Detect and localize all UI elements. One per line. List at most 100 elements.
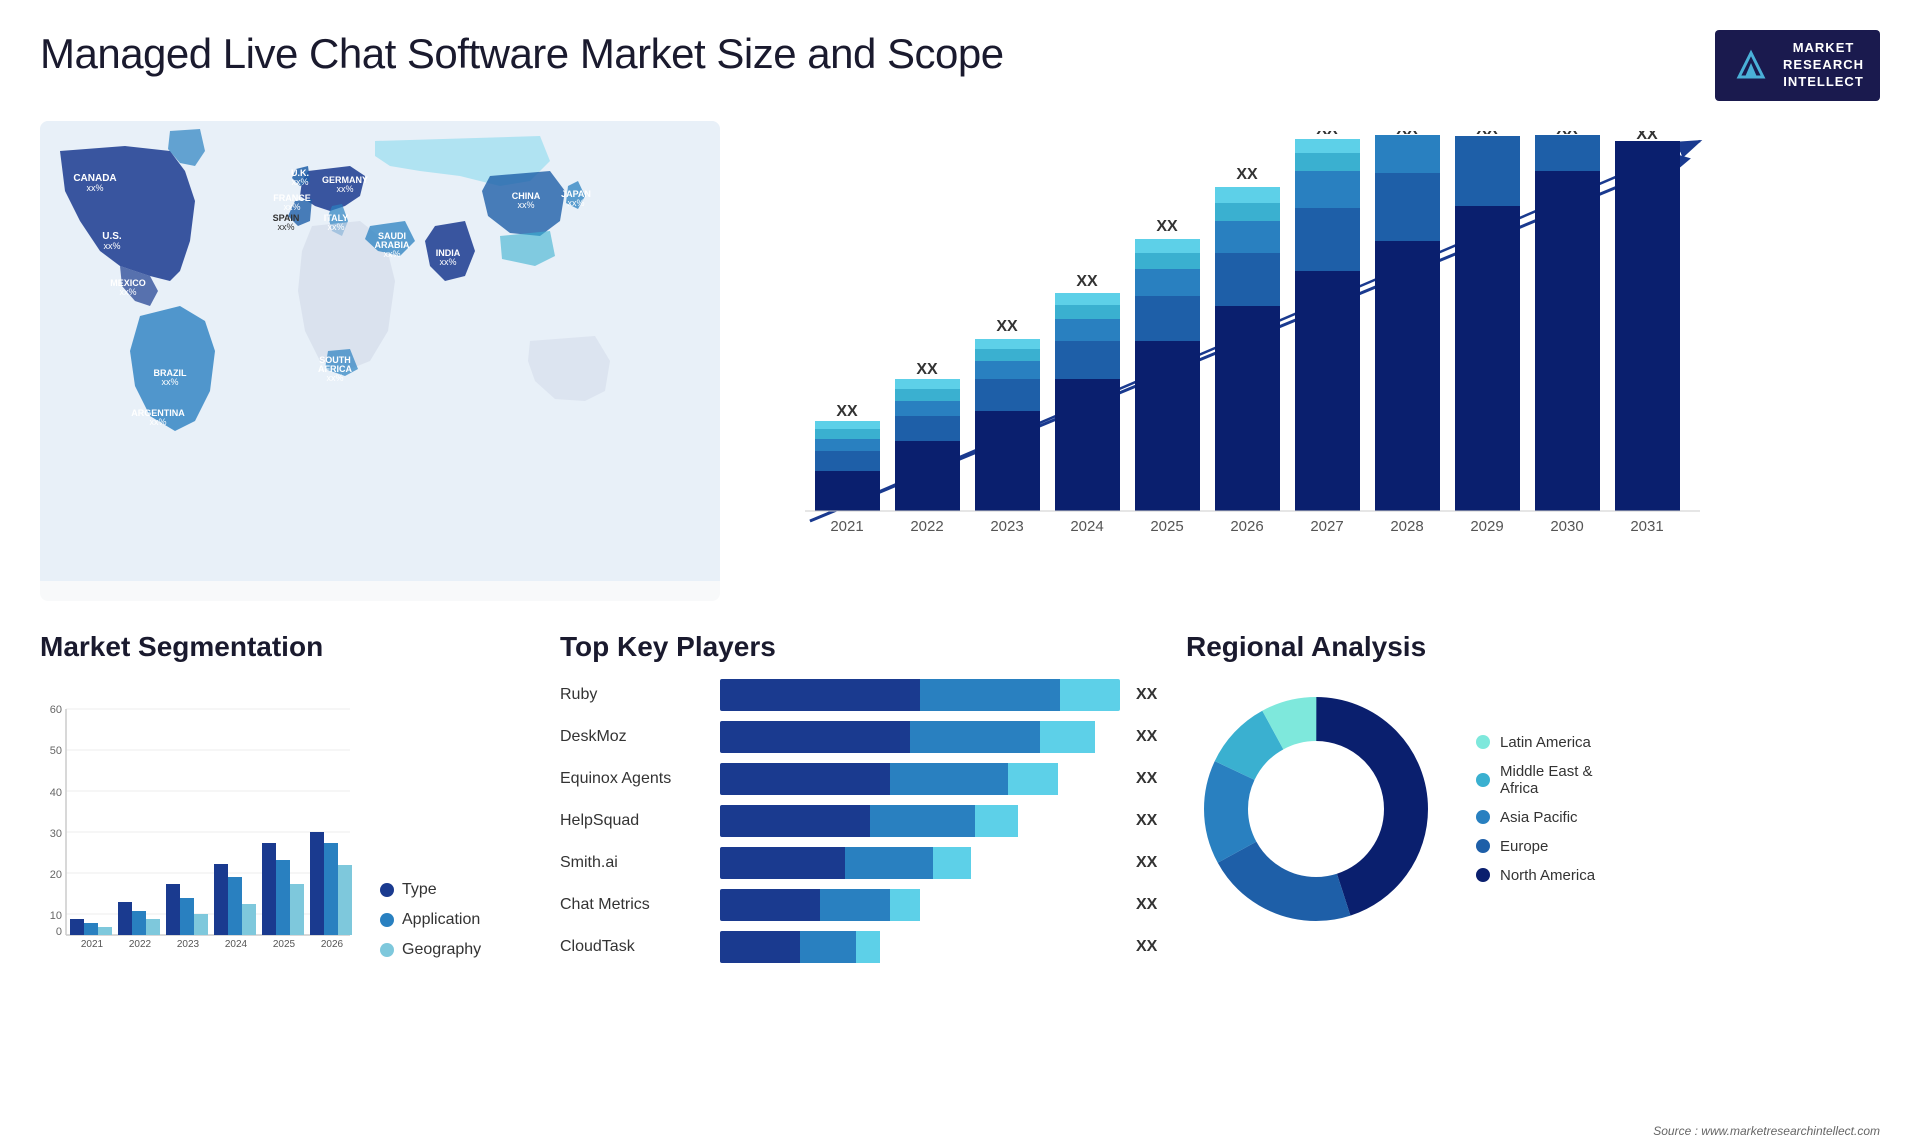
legend-item-type: Type bbox=[380, 881, 481, 899]
player-name: Smith.ai bbox=[560, 854, 710, 872]
svg-text:2028: 2028 bbox=[1390, 518, 1423, 535]
bar-chart-section: XX 2021 XX 2022 XX 2023 bbox=[740, 121, 1880, 601]
svg-text:2021: 2021 bbox=[81, 939, 104, 950]
svg-text:20: 20 bbox=[50, 869, 62, 881]
player-value: XX bbox=[1136, 770, 1166, 788]
svg-text:2021: 2021 bbox=[830, 518, 863, 535]
svg-text:xx%: xx% bbox=[567, 198, 584, 208]
svg-text:2026: 2026 bbox=[1230, 518, 1263, 535]
player-value: XX bbox=[1136, 728, 1166, 746]
player-row-ruby: Ruby XX bbox=[560, 679, 1166, 711]
growth-chart-svg: XX 2021 XX 2022 XX 2023 bbox=[760, 131, 1710, 591]
logo-icon bbox=[1731, 45, 1771, 85]
svg-text:XX: XX bbox=[1396, 131, 1418, 138]
svg-text:xx%: xx% bbox=[291, 177, 308, 187]
svg-text:2029: 2029 bbox=[1470, 518, 1503, 535]
donut-container: Latin America Middle East &Africa Asia P… bbox=[1186, 679, 1880, 939]
legend-middle-east-africa: Middle East &Africa bbox=[1476, 763, 1595, 797]
svg-text:2023: 2023 bbox=[177, 939, 200, 950]
segmentation-section: Market Segmentation 60 50 40 30 20 10 0 bbox=[40, 621, 540, 1116]
svg-text:50: 50 bbox=[50, 745, 62, 757]
svg-text:xx%: xx% bbox=[103, 241, 120, 251]
svg-text:XX: XX bbox=[996, 318, 1018, 335]
player-row-smithai: Smith.ai XX bbox=[560, 847, 1166, 879]
svg-text:xx%: xx% bbox=[326, 373, 343, 383]
player-value: XX bbox=[1136, 854, 1166, 872]
svg-text:XX: XX bbox=[1316, 131, 1338, 138]
player-bar bbox=[720, 679, 1120, 711]
svg-text:xx%: xx% bbox=[383, 249, 400, 259]
player-value: XX bbox=[1136, 686, 1166, 704]
source-text: Source : www.marketresearchintellect.com bbox=[1653, 1124, 1880, 1138]
north-america-dot bbox=[1476, 868, 1490, 882]
svg-text:XX: XX bbox=[836, 403, 858, 420]
svg-text:xx%: xx% bbox=[327, 222, 344, 232]
players-section: Top Key Players Ruby XX DeskMoz bbox=[560, 621, 1166, 1116]
player-bar bbox=[720, 889, 1120, 921]
header: Managed Live Chat Software Market Size a… bbox=[40, 30, 1880, 101]
legend-europe: Europe bbox=[1476, 838, 1595, 855]
svg-text:xx%: xx% bbox=[119, 287, 136, 297]
player-name: CloudTask bbox=[560, 938, 710, 956]
latin-america-dot bbox=[1476, 735, 1490, 749]
svg-text:60: 60 bbox=[50, 704, 62, 716]
svg-text:xx%: xx% bbox=[439, 257, 456, 267]
svg-text:xx%: xx% bbox=[336, 184, 353, 194]
player-bar bbox=[720, 721, 1120, 753]
asia-pacific-dot bbox=[1476, 810, 1490, 824]
world-map-svg: CANADA xx% U.S. xx% MEXICO xx% BRAZIL xx… bbox=[40, 121, 720, 581]
svg-text:xx%: xx% bbox=[283, 202, 300, 212]
logo-text: MARKET RESEARCH INTELLECT bbox=[1783, 40, 1864, 91]
type-dot bbox=[380, 883, 394, 897]
europe-dot bbox=[1476, 839, 1490, 853]
donut-chart-svg bbox=[1186, 679, 1446, 939]
players-list: Ruby XX DeskMoz XX bbox=[560, 679, 1166, 963]
svg-text:10: 10 bbox=[50, 910, 62, 922]
player-row-equinox: Equinox Agents XX bbox=[560, 763, 1166, 795]
regional-legend: Latin America Middle East &Africa Asia P… bbox=[1476, 734, 1595, 884]
player-row-chatmetrics: Chat Metrics XX bbox=[560, 889, 1166, 921]
svg-text:2031: 2031 bbox=[1630, 518, 1663, 535]
middle-east-africa-dot bbox=[1476, 773, 1490, 787]
svg-text:XX: XX bbox=[1636, 131, 1658, 143]
player-value: XX bbox=[1136, 896, 1166, 914]
player-bar bbox=[720, 931, 1120, 963]
segmentation-title: Market Segmentation bbox=[40, 631, 540, 663]
player-value: XX bbox=[1136, 812, 1166, 830]
regional-title: Regional Analysis bbox=[1186, 631, 1880, 663]
svg-text:2022: 2022 bbox=[910, 518, 943, 535]
player-bar bbox=[720, 805, 1120, 837]
svg-text:2025: 2025 bbox=[273, 939, 296, 950]
svg-text:xx%: xx% bbox=[86, 183, 103, 193]
svg-text:0: 0 bbox=[56, 926, 62, 938]
legend-item-geography: Geography bbox=[380, 941, 481, 959]
application-dot bbox=[380, 913, 394, 927]
regional-section: Regional Analysis bbox=[1186, 621, 1880, 1116]
player-row-deskmoz: DeskMoz XX bbox=[560, 721, 1166, 753]
svg-text:xx%: xx% bbox=[517, 200, 534, 210]
segmentation-chart-svg: 60 50 40 30 20 10 0 bbox=[40, 699, 360, 959]
page-title: Managed Live Chat Software Market Size a… bbox=[40, 30, 1004, 78]
svg-text:XX: XX bbox=[916, 361, 938, 378]
svg-text:2022: 2022 bbox=[129, 939, 152, 950]
svg-text:xx%: xx% bbox=[149, 417, 166, 427]
player-row-cloudtask: CloudTask XX bbox=[560, 931, 1166, 963]
legend-north-america: North America bbox=[1476, 867, 1595, 884]
svg-text:2025: 2025 bbox=[1150, 518, 1183, 535]
svg-text:XX: XX bbox=[1076, 273, 1098, 290]
player-name: Chat Metrics bbox=[560, 896, 710, 914]
players-title: Top Key Players bbox=[560, 631, 1166, 663]
svg-text:2024: 2024 bbox=[225, 939, 248, 950]
svg-text:30: 30 bbox=[50, 828, 62, 840]
svg-text:XX: XX bbox=[1556, 131, 1578, 138]
geography-dot bbox=[380, 943, 394, 957]
svg-text:2024: 2024 bbox=[1070, 518, 1103, 535]
svg-text:2027: 2027 bbox=[1310, 518, 1343, 535]
svg-text:XX: XX bbox=[1156, 218, 1178, 235]
svg-text:xx%: xx% bbox=[277, 222, 294, 232]
svg-text:XX: XX bbox=[1236, 166, 1258, 183]
player-bar bbox=[720, 847, 1120, 879]
svg-text:2026: 2026 bbox=[321, 939, 344, 950]
world-map-section: CANADA xx% U.S. xx% MEXICO xx% BRAZIL xx… bbox=[40, 121, 720, 601]
player-name: HelpSquad bbox=[560, 812, 710, 830]
